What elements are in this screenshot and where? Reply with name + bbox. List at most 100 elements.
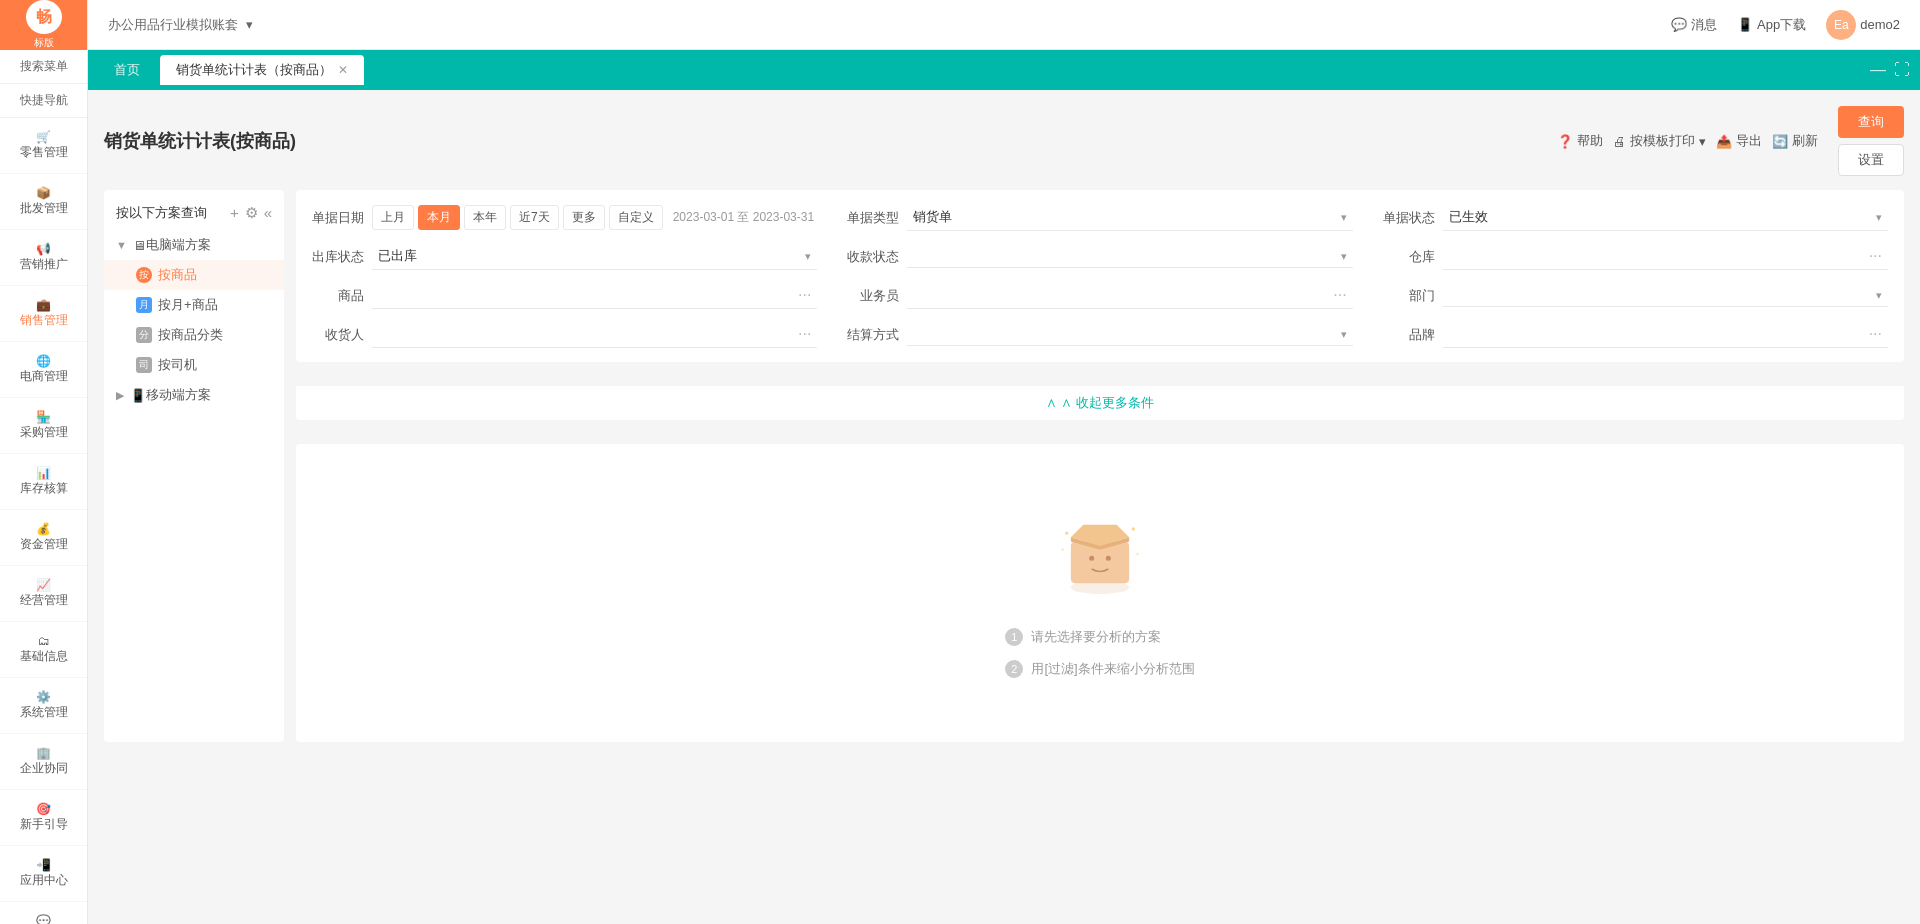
brand-dropdown[interactable]: ··· xyxy=(1443,321,1888,348)
scheme-settings-icon[interactable]: ⚙ xyxy=(245,204,258,222)
sidebar-item-app-center[interactable]: 📲 应用中心 xyxy=(0,846,87,902)
logo-label: 标版 xyxy=(34,36,54,50)
sidebar-item-finance[interactable]: 💰 资金管理 xyxy=(0,510,87,566)
svg-point-2 xyxy=(1089,556,1094,561)
date-btn-last-month[interactable]: 上月 xyxy=(372,205,414,230)
date-btn-more[interactable]: 更多 xyxy=(563,205,605,230)
brand-label: 品牌 xyxy=(1383,326,1435,344)
sales-icon: 💼 xyxy=(6,298,81,312)
date-btn-this-month[interactable]: 本月 xyxy=(418,205,460,230)
collapse-panel-icon[interactable]: « xyxy=(264,204,272,222)
tab-home[interactable]: 首页 xyxy=(98,55,156,85)
recipient-dots-icon[interactable]: ··· xyxy=(798,325,811,343)
tip-num-2: 2 xyxy=(1005,660,1023,678)
page-header: 销货单统计计表(按商品) ❓ 帮助 🖨 按模板打印 ▾ 📤 导出 🔄 刷新 xyxy=(104,106,1904,176)
date-label: 单据日期 xyxy=(312,209,364,227)
add-scheme-icon[interactable]: + xyxy=(230,204,239,222)
sidebar-item-system[interactable]: ⚙️ 系统管理 xyxy=(0,678,87,734)
sidebar-item-inventory[interactable]: 📊 库存核算 xyxy=(0,454,87,510)
sidebar-item-retail[interactable]: 🛒 零售管理 xyxy=(0,118,87,174)
help-button[interactable]: ❓ 帮助 xyxy=(1557,132,1603,150)
sales-rep-dots-icon[interactable]: ··· xyxy=(1333,286,1346,304)
warehouse-label: 仓库 xyxy=(1383,248,1435,266)
scheme-icon-by-cashier: 司 xyxy=(136,357,152,373)
sidebar-menu-list: 🛒 零售管理 📦 批发管理 📢 营销推广 💼 销售管理 🌐 电商管理 🏪 采购管… xyxy=(0,118,87,924)
scheme-group-desktop-header[interactable]: ▼ 🖥 电脑端方案 xyxy=(104,230,284,260)
user-avatar-button[interactable]: Ea demo2 xyxy=(1826,10,1900,40)
inventory-icon: 📊 xyxy=(6,466,81,480)
settings-button[interactable]: 设置 xyxy=(1838,144,1904,176)
payment-status-dropdown[interactable]: ▾ xyxy=(907,246,1352,268)
scheme-item-by-goods[interactable]: 按 按商品 xyxy=(104,260,284,290)
goods-dropdown[interactable]: ··· xyxy=(372,282,817,309)
operations-icon: 📈 xyxy=(6,578,81,592)
doc-status-value: 已生效 xyxy=(1449,208,1488,226)
query-button[interactable]: 查询 xyxy=(1838,106,1904,138)
tab-maximize-icon[interactable]: ⛶ xyxy=(1894,61,1910,79)
sidebar-item-basic[interactable]: 🗂 基础信息 xyxy=(0,622,87,678)
scheme-item-by-cashier[interactable]: 司 按司机 xyxy=(104,350,284,380)
tab-close-icon[interactable]: ✕ xyxy=(338,63,348,77)
refresh-button[interactable]: 🔄 刷新 xyxy=(1772,132,1818,150)
tip-text-2: 用[过滤]条件来缩小分析范围 xyxy=(1031,656,1194,682)
payment-status-arrow-icon: ▾ xyxy=(1341,250,1347,263)
sales-rep-dropdown[interactable]: ··· xyxy=(907,282,1352,309)
sidebar-item-newbie[interactable]: 🎯 新手引导 xyxy=(0,790,87,846)
date-filter-buttons: 上月 本月 本年 近7天 更多 自定义 2023-03-01 至 2023-03… xyxy=(372,205,814,230)
doc-type-value: 销货单 xyxy=(913,208,952,226)
warehouse-status-arrow-icon: ▾ xyxy=(805,250,811,263)
search-menu-item[interactable]: 搜索菜单 xyxy=(0,50,87,84)
tip-text-1: 请先选择要分析的方案 xyxy=(1031,624,1161,650)
scheme-group-mobile-header[interactable]: ▶ 📱 移动端方案 xyxy=(104,380,284,410)
date-btn-custom[interactable]: 自定义 xyxy=(609,205,663,230)
left-panel-actions: + ⚙ « xyxy=(230,204,272,222)
sidebar-item-wechat[interactable]: 💬 企业微信 xyxy=(0,902,87,924)
sidebar-item-marketing[interactable]: 📢 营销推广 xyxy=(0,230,87,286)
doc-status-arrow-icon: ▾ xyxy=(1876,211,1882,224)
doc-status-dropdown[interactable]: 已生效 ▾ xyxy=(1443,204,1888,231)
date-btn-last-7-days[interactable]: 近7天 xyxy=(510,205,559,230)
warehouse-dots-icon[interactable]: ··· xyxy=(1869,247,1882,265)
warehouse-field: 仓库 ··· xyxy=(1383,243,1888,270)
sidebar-item-ecommerce[interactable]: 🌐 电商管理 xyxy=(0,342,87,398)
collapse-filters-button[interactable]: ∧ ∧ 收起更多条件 xyxy=(296,386,1904,420)
export-button[interactable]: 📤 导出 xyxy=(1716,132,1762,150)
date-btn-this-year[interactable]: 本年 xyxy=(464,205,506,230)
workspace-selector[interactable]: 办公用品行业模拟账套 ▾ xyxy=(108,16,253,34)
app-download-icon: 📱 xyxy=(1737,17,1753,32)
template-print-button[interactable]: 🖨 按模板打印 ▾ xyxy=(1613,132,1706,150)
warehouse-status-dropdown[interactable]: 已出库 ▾ xyxy=(372,243,817,270)
sidebar-item-enterprise[interactable]: 🏢 企业协同 xyxy=(0,734,87,790)
dept-arrow-icon: ▾ xyxy=(1876,289,1882,302)
doc-type-dropdown[interactable]: 销货单 ▾ xyxy=(907,204,1352,231)
brand-dots-icon[interactable]: ··· xyxy=(1869,325,1882,343)
sales-rep-label: 业务员 xyxy=(847,287,899,305)
scheme-item-by-month-goods[interactable]: 月 按月+商品 xyxy=(104,290,284,320)
message-button[interactable]: 💬 消息 xyxy=(1671,16,1717,34)
sidebar-item-purchase[interactable]: 🏪 采购管理 xyxy=(0,398,87,454)
warehouse-status-value: 已出库 xyxy=(378,247,417,265)
sidebar-item-operations[interactable]: 📈 经营管理 xyxy=(0,566,87,622)
mobile-group-icon: 📱 xyxy=(130,388,146,403)
app-download-button[interactable]: 📱 App下载 xyxy=(1737,16,1806,34)
empty-tip-row-1: 1 请先选择要分析的方案 xyxy=(1005,624,1194,650)
refresh-icon: 🔄 xyxy=(1772,134,1788,149)
sidebar-item-sales[interactable]: 💼 销售管理 xyxy=(0,286,87,342)
sidebar: 畅 标版 搜索菜单 快捷导航 🛒 零售管理 📦 批发管理 📢 营销推广 💼 销售… xyxy=(0,0,88,924)
newbie-icon: 🎯 xyxy=(6,802,81,816)
tab-sales-stat[interactable]: 销货单统计计表（按商品） ✕ xyxy=(160,55,364,85)
app-center-icon: 📲 xyxy=(6,858,81,872)
ecommerce-icon: 🌐 xyxy=(6,354,81,368)
date-range-display: 2023-03-01 至 2023-03-31 xyxy=(673,209,814,226)
recipient-dropdown[interactable]: ··· xyxy=(372,321,817,348)
warehouse-dropdown[interactable]: ··· xyxy=(1443,243,1888,270)
scheme-icon-by-goods: 按 xyxy=(136,267,152,283)
tab-minimize-icon[interactable]: — xyxy=(1870,61,1886,79)
quick-nav-item[interactable]: 快捷导航 xyxy=(0,84,87,118)
scheme-item-by-goods-cat[interactable]: 分 按商品分类 xyxy=(104,320,284,350)
settlement-dropdown[interactable]: ▾ xyxy=(907,324,1352,346)
goods-dots-icon[interactable]: ··· xyxy=(798,286,811,304)
brand-field: 品牌 ··· xyxy=(1383,321,1888,348)
dept-dropdown[interactable]: ▾ xyxy=(1443,285,1888,307)
sidebar-item-wholesale[interactable]: 📦 批发管理 xyxy=(0,174,87,230)
